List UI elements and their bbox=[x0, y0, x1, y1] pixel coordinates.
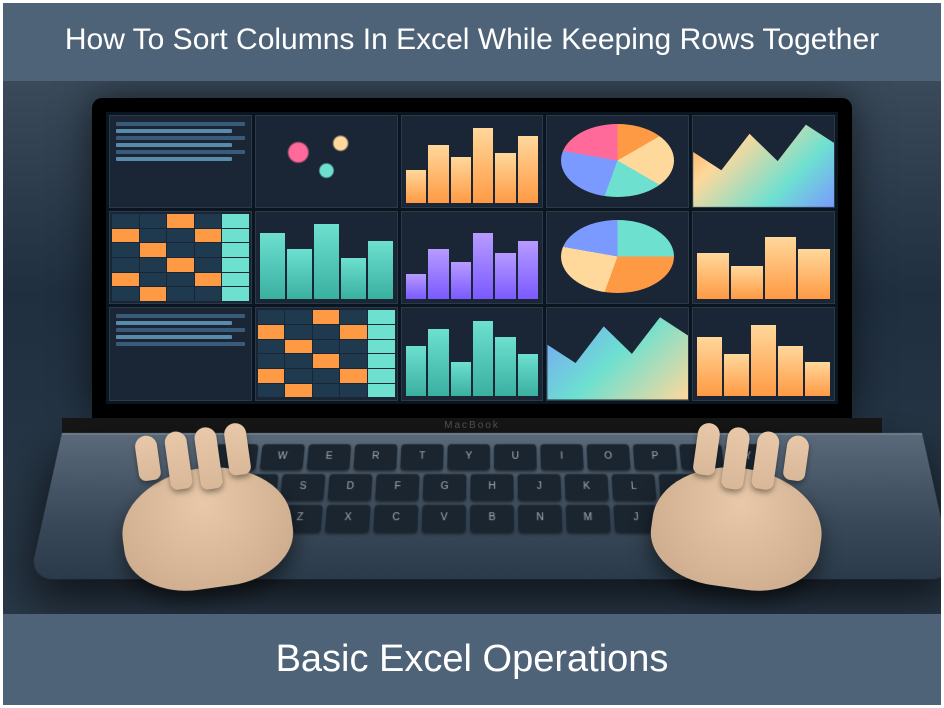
chart-panel bbox=[255, 211, 398, 304]
chart-panel bbox=[401, 211, 544, 304]
chart-panel bbox=[255, 115, 398, 208]
keyboard-key: E bbox=[307, 443, 352, 469]
chart-panel bbox=[692, 307, 835, 400]
chart-panel bbox=[692, 115, 835, 208]
chart-panel bbox=[546, 115, 689, 208]
hero-image: MacBook QWERTYUIOPWYASDFGHJKLWYZXCVBNMJW bbox=[0, 81, 944, 614]
keyboard-key: W bbox=[260, 443, 305, 469]
chart-panel bbox=[692, 211, 835, 304]
chart-panel bbox=[109, 307, 252, 400]
keyboard-key: D bbox=[327, 473, 372, 500]
keyboard-key: K bbox=[564, 473, 608, 500]
keyboard-key: F bbox=[375, 473, 419, 500]
keyboard-key: S bbox=[280, 473, 326, 500]
keyboard-key: X bbox=[325, 504, 371, 532]
keyboard-key: M bbox=[566, 504, 611, 532]
keyboard-key: U bbox=[494, 443, 537, 469]
laptop-illustration: MacBook QWERTYUIOPWYASDFGHJKLWYZXCVBNMJW bbox=[62, 98, 882, 578]
subtitle-banner: Basic Excel Operations bbox=[0, 614, 944, 708]
keyboard-key: N bbox=[518, 504, 563, 532]
chart-panel bbox=[401, 307, 544, 400]
laptop-brand-label: MacBook bbox=[62, 418, 882, 433]
keyboard-key: J bbox=[518, 473, 562, 500]
laptop-screen bbox=[106, 112, 838, 404]
chart-panel bbox=[401, 115, 544, 208]
keyboard-key: H bbox=[470, 473, 513, 500]
keyboard-key: V bbox=[422, 504, 467, 532]
keyboard-key: T bbox=[400, 443, 443, 469]
keyboard-key: G bbox=[423, 473, 467, 500]
keyboard-key: P bbox=[633, 443, 678, 469]
keyboard-key: I bbox=[540, 443, 583, 469]
page-title: How To Sort Columns In Excel While Keepi… bbox=[65, 23, 879, 56]
chart-panel bbox=[546, 211, 689, 304]
keyboard-key: Y bbox=[447, 443, 490, 469]
chart-panel bbox=[546, 307, 689, 400]
keyboard-key: O bbox=[587, 443, 631, 469]
laptop-screen-bezel bbox=[92, 98, 852, 418]
keyboard-key: R bbox=[353, 443, 397, 469]
keyboard-key: B bbox=[470, 504, 514, 532]
chart-panel bbox=[109, 115, 252, 208]
tutorial-card: How To Sort Columns In Excel While Keepi… bbox=[0, 0, 944, 708]
title-banner: How To Sort Columns In Excel While Keepi… bbox=[0, 0, 944, 81]
page-subtitle: Basic Excel Operations bbox=[276, 638, 669, 680]
keyboard-key: L bbox=[611, 473, 656, 500]
keyboard-key: C bbox=[373, 504, 418, 532]
chart-panel bbox=[109, 211, 252, 304]
chart-panel bbox=[255, 307, 398, 400]
